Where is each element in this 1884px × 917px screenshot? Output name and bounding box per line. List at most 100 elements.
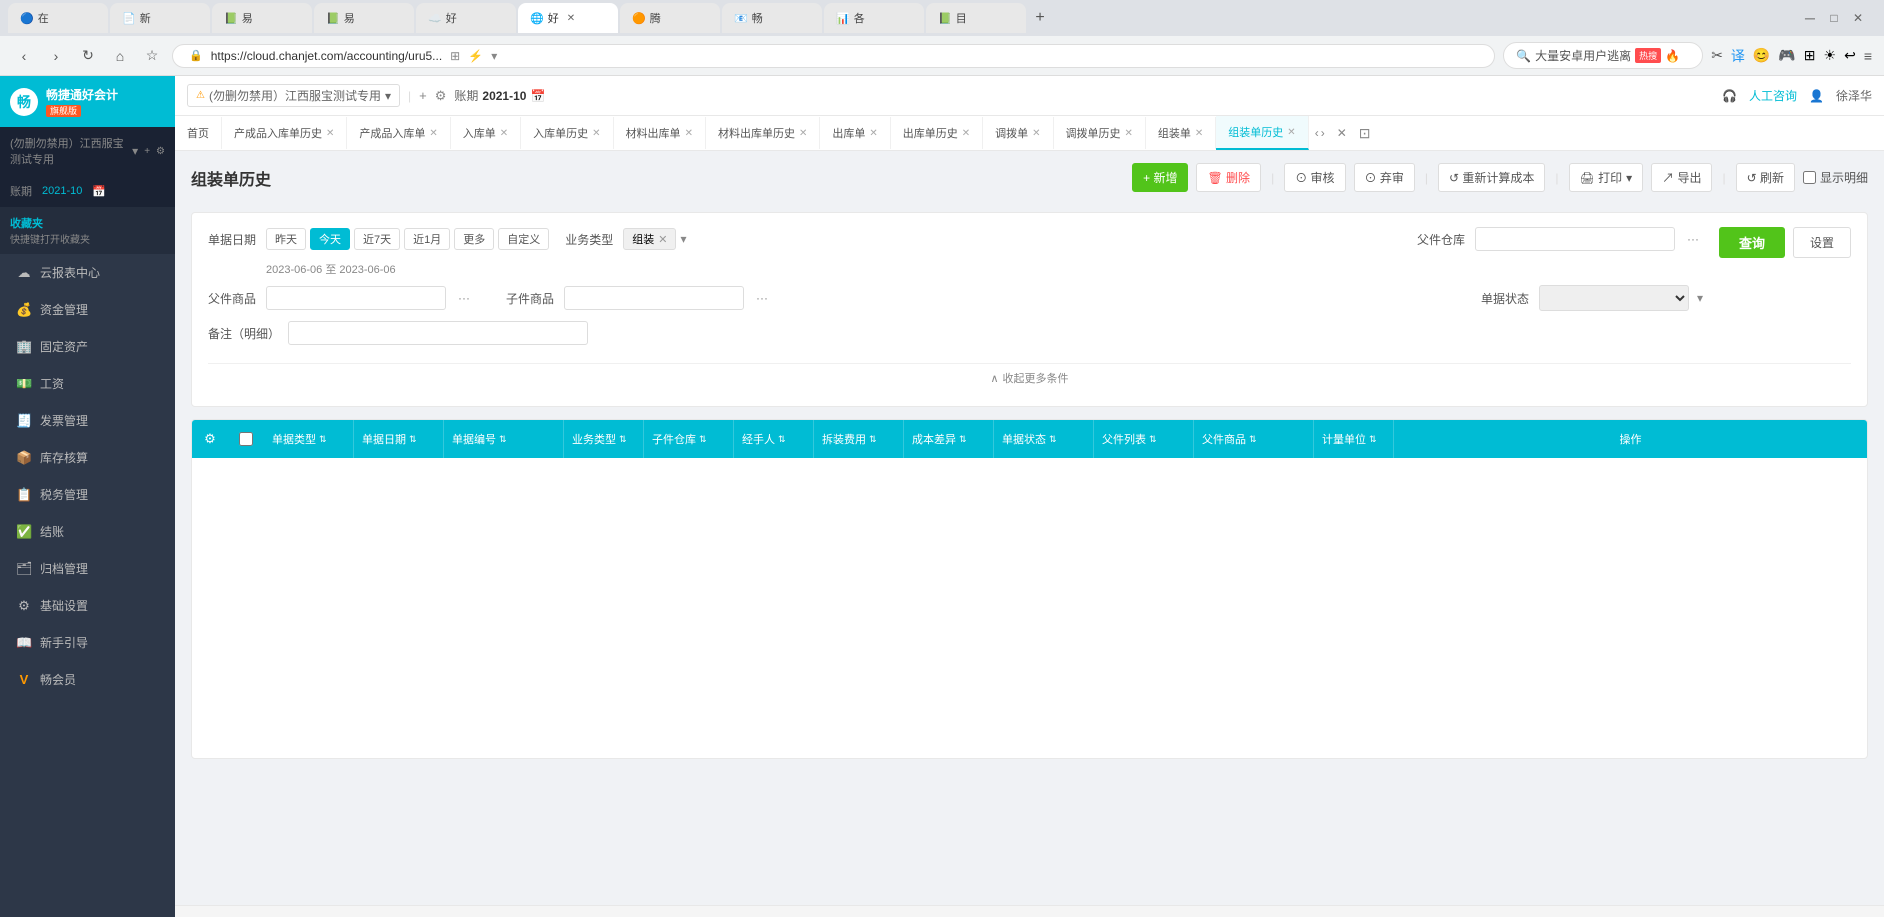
tab-assembly[interactable]: 组装单 ✕ <box>1146 117 1216 149</box>
tab-close-fg-in[interactable]: ✕ <box>429 128 437 139</box>
customer-service[interactable]: 人工咨询 <box>1749 87 1797 104</box>
refresh-btn[interactable]: ↺ 刷新 <box>1736 163 1795 192</box>
parent-goods-input[interactable] <box>266 286 446 310</box>
settings-company-icon[interactable]: ⚙ <box>156 146 165 157</box>
date-btn-yesterday[interactable]: 昨天 <box>266 228 306 250</box>
reload-btn[interactable]: ↻ <box>76 44 100 68</box>
dropdown-arrow[interactable]: ▾ <box>491 49 497 63</box>
th-unit[interactable]: 计量单位 ⇅ <box>1314 420 1394 458</box>
sidebar-item-guide[interactable]: 📖 新手引导 <box>0 624 175 661</box>
export-btn[interactable]: ↗ 导出 <box>1651 163 1712 192</box>
maximize-btn[interactable]: □ <box>1824 8 1844 28</box>
th-bill-number[interactable]: 单据编号 ⇅ <box>444 420 564 458</box>
menu-icon[interactable]: ≡ <box>1864 48 1872 64</box>
add-icon-top[interactable]: + <box>419 88 427 103</box>
gear-icon-top[interactable]: ⚙ <box>435 88 447 104</box>
date-btn-more[interactable]: 更多 <box>454 228 494 250</box>
th-cost-variance[interactable]: 成本差异 ⇅ <box>904 420 994 458</box>
child-goods-input[interactable] <box>564 286 744 310</box>
th-bill-status[interactable]: 单据状态 ⇅ <box>994 420 1094 458</box>
emoji-icon[interactable]: 😊 <box>1753 47 1770 64</box>
tab-material-out-history[interactable]: 材料出库单历史 ✕ <box>706 117 820 149</box>
tab-close-btn[interactable]: ✕ <box>567 13 575 24</box>
address-bar[interactable]: 🔒 https://cloud.chanjet.com/accounting/u… <box>172 44 1495 68</box>
tab-home[interactable]: 首页 <box>175 117 222 149</box>
th-handler[interactable]: 经手人 ⇅ <box>734 420 814 458</box>
browser-tab-active[interactable]: 🌐 好 ✕ <box>518 3 618 33</box>
th-parent-goods[interactable]: 父件商品 ⇅ <box>1194 420 1314 458</box>
remark-input[interactable] <box>288 321 588 345</box>
tab-material-out[interactable]: 材料出库单 ✕ <box>614 117 706 149</box>
date-btn-7days[interactable]: 近7天 <box>354 228 400 250</box>
sidebar-item-archive[interactable]: 🗂 归档管理 <box>0 550 175 587</box>
show-detail-checkbox[interactable]: 显示明细 <box>1803 169 1868 186</box>
favorites-section[interactable]: 收藏夹 快捷键打开收藏夹 <box>0 207 175 254</box>
select-all-checkbox[interactable] <box>239 432 253 446</box>
th-child-warehouse[interactable]: 子件仓库 ⇅ <box>644 420 734 458</box>
tab-close-mat-out-hist[interactable]: ✕ <box>799 128 807 139</box>
delete-btn[interactable]: 🗑 删除 <box>1196 163 1261 192</box>
tab-assembly-history[interactable]: 组装单历史 ✕ <box>1216 116 1308 150</box>
search-bar[interactable]: 🔍 大量安卓用户逃离 热搜 🔥 <box>1503 42 1703 69</box>
qr-icon[interactable]: ⊞ <box>450 49 460 63</box>
parent-goods-more[interactable]: ··· <box>454 289 474 307</box>
th-business-type[interactable]: 业务类型 ⇅ <box>564 420 644 458</box>
bill-status-select[interactable] <box>1539 285 1689 311</box>
flash-icon[interactable]: ⚡ <box>468 49 483 63</box>
browser-tab-4[interactable]: 📗 易 <box>314 3 414 33</box>
review-btn[interactable]: ⊙ 审核 <box>1284 163 1345 192</box>
bookmark-btn[interactable]: ☆ <box>140 44 164 68</box>
tab-close-outbound-hist[interactable]: ✕ <box>962 128 970 139</box>
company-select-top[interactable]: ⚠ (勿删勿禁用）江西服宝测试专用 ▾ <box>187 84 400 107</box>
show-detail-input[interactable] <box>1803 171 1816 184</box>
sidebar-item-settings[interactable]: ⚙ 基础设置 <box>0 587 175 624</box>
th-assembly-cost[interactable]: 拆装费用 ⇅ <box>814 420 904 458</box>
sidebar-item-member[interactable]: V 畅会员 <box>0 661 175 698</box>
tab-close-assembly-hist[interactable]: ✕ <box>1287 127 1295 138</box>
undo-icon[interactable]: ↩ <box>1844 47 1856 64</box>
th-checkbox[interactable] <box>228 432 264 446</box>
new-tab-btn[interactable]: + <box>1028 6 1052 30</box>
tab-finished-goods-in-history[interactable]: 产成品入库单历史 ✕ <box>222 117 347 149</box>
period-selector[interactable]: 账期 2021-10 📅 <box>0 175 175 207</box>
remove-business-type[interactable]: ✕ <box>658 233 667 246</box>
collapse-filter-btn[interactable]: ∧ 收起更多条件 <box>208 363 1851 392</box>
tab-inbound-history[interactable]: 入库单历史 ✕ <box>521 117 613 149</box>
home-btn[interactable]: ⌂ <box>108 44 132 68</box>
minimize-btn[interactable]: ─ <box>1800 8 1820 28</box>
game-icon[interactable]: 🎮 <box>1778 47 1795 64</box>
query-btn[interactable]: 查询 <box>1719 227 1785 258</box>
th-settings[interactable]: ⚙ <box>192 431 228 447</box>
translate-icon[interactable]: 译 <box>1731 46 1745 66</box>
tab-outbound[interactable]: 出库单 ✕ <box>820 117 890 149</box>
sidebar-item-fixed-assets[interactable]: 🏢 固定资产 <box>0 328 175 365</box>
add-company-icon[interactable]: + <box>144 146 150 157</box>
browser-tab-9[interactable]: 📊 各 <box>824 3 924 33</box>
browser-tab-3[interactable]: 📗 易 <box>212 3 312 33</box>
tab-outbound-history[interactable]: 出库单历史 ✕ <box>891 117 983 149</box>
date-btn-custom[interactable]: 自定义 <box>498 228 549 250</box>
tab-close-fg-in-hist[interactable]: ✕ <box>326 128 334 139</box>
close-tab-icon[interactable]: ✕ <box>1331 126 1353 140</box>
business-type-dropdown[interactable]: ▾ <box>680 232 686 246</box>
date-btn-today[interactable]: 今天 <box>310 228 350 250</box>
tab-close-transfer-hist[interactable]: ✕ <box>1125 128 1133 139</box>
child-goods-more[interactable]: ··· <box>752 289 772 307</box>
sun-icon[interactable]: ☀ <box>1824 47 1837 64</box>
browser-tab-10[interactable]: 📗 目 <box>926 3 1026 33</box>
date-btn-1month[interactable]: 近1月 <box>404 228 450 250</box>
print-dropdown[interactable]: ▾ <box>1626 171 1632 185</box>
sidebar-item-payroll[interactable]: 💵 工资 <box>0 365 175 402</box>
print-btn[interactable]: 🖨 打印 ▾ <box>1569 163 1644 192</box>
close-browser-btn[interactable]: ✕ <box>1848 8 1868 28</box>
tab-inbound[interactable]: 入库单 ✕ <box>451 117 521 149</box>
tab-close-inbound[interactable]: ✕ <box>500 128 508 139</box>
calendar-icon-top[interactable]: 📅 <box>530 89 545 103</box>
parent-warehouse-more[interactable]: ··· <box>1683 230 1703 248</box>
parent-warehouse-input[interactable] <box>1475 227 1675 251</box>
tab-close-transfer[interactable]: ✕ <box>1032 128 1040 139</box>
sidebar-item-tax[interactable]: 📋 税务管理 <box>0 476 175 513</box>
tab-left-arrow[interactable]: ‹ <box>1315 126 1319 140</box>
sidebar-item-cloud-reports[interactable]: ☁ 云报表中心 <box>0 254 175 291</box>
user-avatar[interactable]: 👤 <box>1809 89 1824 103</box>
